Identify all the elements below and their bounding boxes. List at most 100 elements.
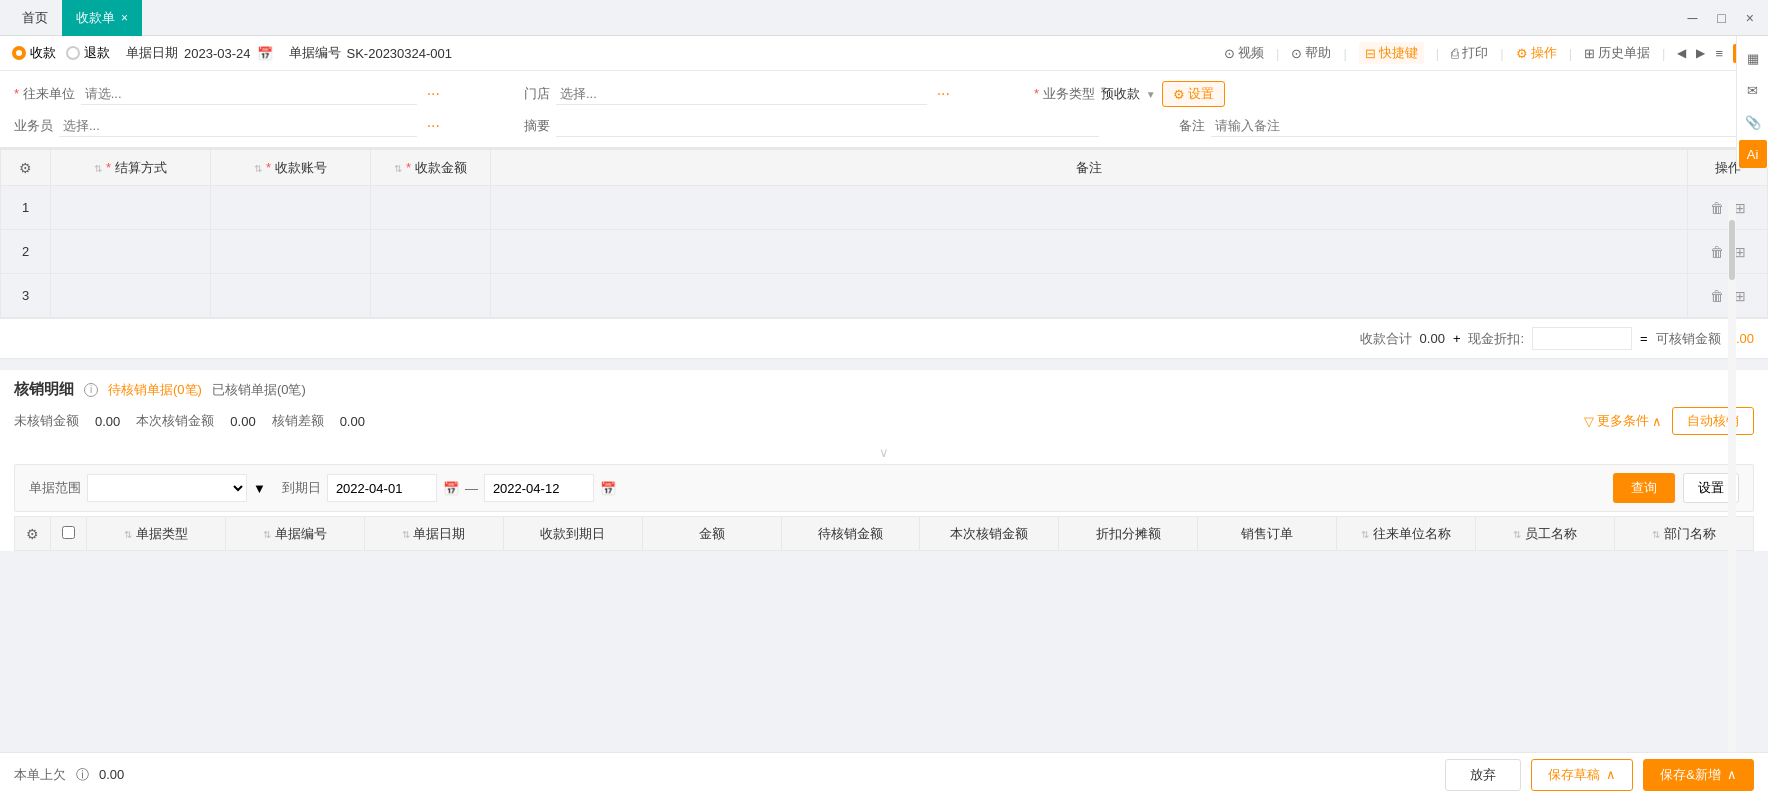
date-separator: — — [465, 481, 478, 496]
store-input[interactable] — [556, 83, 927, 105]
date-value: 2023-03-24 — [184, 46, 251, 61]
scrollbar-thumb[interactable] — [1729, 220, 1735, 280]
shortcut-btn[interactable]: ⊟ 快捷键 — [1359, 42, 1424, 64]
row-settle-2[interactable] — [51, 230, 211, 274]
bottom-col-staff: ⇅ 员工名称 — [1476, 517, 1615, 551]
business-type-field: * 业务类型 预收款 ▼ ⚙ 设置 — [1034, 81, 1225, 107]
form-row-1: * 往来单位 ··· 门店 ··· * 业务类型 预收款 ▼ ⚙ — [14, 81, 1754, 107]
row-settle-3[interactable] — [51, 274, 211, 318]
counterpart-label: * 往来单位 — [14, 85, 75, 103]
toolbar: 收款 退款 单据日期 2023-03-24 📅 单据编号 SK-20230324… — [0, 36, 1768, 71]
data-table-wrapper: ⚙ ⇅ * 结算方式 ⇅ * 收款账号 ⇅ — [0, 148, 1768, 319]
row-account-2[interactable] — [211, 230, 371, 274]
clip-icon: 📎 — [1745, 115, 1761, 130]
select-all-checkbox[interactable] — [62, 526, 75, 539]
range-field: 单据范围 ▼ — [29, 474, 266, 502]
counterpart-more-btn[interactable]: ··· — [423, 85, 444, 103]
net-label: 可核销金额 — [1656, 330, 1721, 348]
abandon-btn[interactable]: 放弃 — [1445, 759, 1521, 791]
close-btn[interactable]: × — [1740, 8, 1760, 28]
note-input[interactable] — [1211, 115, 1754, 137]
date-from-cal-btn[interactable]: 📅 — [443, 481, 459, 496]
done-tab[interactable]: 已核销单据(0笔) — [212, 381, 306, 399]
date-to-input[interactable] — [484, 474, 594, 502]
delete-btn-3[interactable]: 🗑 — [1708, 286, 1726, 306]
radio-shoukuan[interactable]: 收款 — [12, 44, 56, 62]
save-draft-chevron: ∧ — [1606, 767, 1616, 782]
abstract-input[interactable] — [556, 115, 1099, 137]
delete-btn-2[interactable]: 🗑 — [1708, 242, 1726, 262]
query-btn[interactable]: 查询 — [1613, 473, 1675, 503]
row-amount-2[interactable] — [371, 230, 491, 274]
tab-home[interactable]: 首页 — [8, 0, 62, 36]
summary-row: 收款合计 0.00 + 现金折扣: = 可核销金额 0.00 — [0, 319, 1768, 359]
tab-close-btn[interactable]: × — [121, 0, 128, 36]
discount-input[interactable] — [1532, 327, 1632, 350]
tab-active[interactable]: 收款单 × — [62, 0, 142, 36]
settings-btn[interactable]: ⚙ 设置 — [1162, 81, 1225, 107]
sidebar-table-icon[interactable]: ▦ — [1739, 44, 1767, 72]
sidebar-mail-icon[interactable]: ✉ — [1739, 76, 1767, 104]
print-btn[interactable]: ⎙ 打印 — [1451, 44, 1488, 62]
row-amount-3[interactable] — [371, 274, 491, 318]
radio-inner — [16, 50, 22, 56]
save-draft-btn[interactable]: 保存草稿 ∧ — [1531, 759, 1633, 791]
help-btn[interactable]: ⊙ 帮助 — [1291, 44, 1331, 62]
row-amount-1[interactable] — [371, 186, 491, 230]
video-btn[interactable]: ⊙ 视频 — [1224, 44, 1264, 62]
layout-btn[interactable]: ≡ — [1715, 46, 1723, 61]
content-area: 收款 退款 单据日期 2023-03-24 📅 单据编号 SK-20230324… — [0, 36, 1768, 752]
form-row-2: 业务员 ··· 摘要 备注 — [14, 115, 1754, 137]
staff-more-btn[interactable]: ··· — [423, 117, 444, 135]
history-btn[interactable]: ⊞ 历史单据 — [1584, 44, 1650, 62]
abstract-field: 摘要 — [524, 115, 1099, 137]
current-value: 0.00 — [230, 414, 255, 429]
scrollbar[interactable] — [1728, 200, 1736, 752]
staff-input[interactable] — [59, 115, 417, 137]
uncancelled-label: 未核销金额 — [14, 412, 79, 430]
row-remark-2[interactable] — [491, 230, 1688, 274]
bottom-col-checkbox — [51, 517, 87, 551]
delete-btn-1[interactable]: 🗑 — [1708, 198, 1726, 218]
store-more-btn[interactable]: ··· — [933, 85, 954, 103]
date-from-input[interactable] — [327, 474, 437, 502]
row-account-1[interactable] — [211, 186, 371, 230]
counterpart-input[interactable] — [81, 83, 417, 105]
date-calendar-btn[interactable]: 📅 — [257, 46, 273, 61]
radio-shoukuan-dot — [12, 46, 26, 60]
pending-tab[interactable]: 待核销单据(0笔) — [108, 381, 202, 399]
maximize-btn[interactable]: □ — [1711, 8, 1731, 28]
bottom-table: ⚙ ⇅ 单据类型 ⇅ 单据编号 — [14, 516, 1754, 551]
layout-icon: ≡ — [1715, 46, 1723, 61]
bottom-gear-icon[interactable]: ⚙ — [26, 526, 39, 542]
bottom-col-current: 本次核销金额 — [920, 517, 1059, 551]
prev-btn[interactable]: ◀ — [1677, 46, 1686, 60]
total-label: 收款合计 — [1360, 330, 1412, 348]
row-remark-1[interactable] — [491, 186, 1688, 230]
minimize-btn[interactable]: ─ — [1681, 8, 1703, 28]
sidebar-clip-icon[interactable]: 📎 — [1739, 108, 1767, 136]
save-new-btn[interactable]: 保存&新增 ∧ — [1643, 759, 1754, 791]
info-icon[interactable]: i — [84, 383, 98, 397]
abstract-label: 摘要 — [524, 117, 550, 135]
table-gear-icon[interactable]: ⚙ — [19, 160, 32, 176]
radio-tuikuan[interactable]: 退款 — [66, 44, 110, 62]
table-row: 1 🗑 ⊞ — [1, 186, 1768, 230]
row-remark-3[interactable] — [491, 274, 1688, 318]
row-settle-1[interactable] — [51, 186, 211, 230]
range-select[interactable] — [87, 474, 247, 502]
sidebar-ai-icon[interactable]: Ai — [1739, 140, 1767, 168]
col-account-header: ⇅ * 收款账号 — [211, 150, 371, 186]
business-type-chevron: ▼ — [1146, 89, 1156, 100]
date-to-cal-btn[interactable]: 📅 — [600, 481, 616, 496]
bottom-col-type: ⇅ 单据类型 — [87, 517, 226, 551]
bottom-col-gear: ⚙ — [15, 517, 51, 551]
row-account-3[interactable] — [211, 274, 371, 318]
print-icon: ⎙ — [1451, 46, 1459, 61]
auto-writeoff-btn[interactable]: 自动核销 — [1672, 407, 1754, 435]
table-row: 3 🗑 ⊞ — [1, 274, 1768, 318]
next-btn[interactable]: ▶ — [1696, 46, 1705, 60]
operation-btn[interactable]: ⚙ 操作 — [1516, 44, 1557, 62]
circle-icon: ⊙ — [1224, 46, 1235, 61]
more-conditions-btn[interactable]: ▽ 更多条件 ∧ — [1584, 412, 1662, 430]
